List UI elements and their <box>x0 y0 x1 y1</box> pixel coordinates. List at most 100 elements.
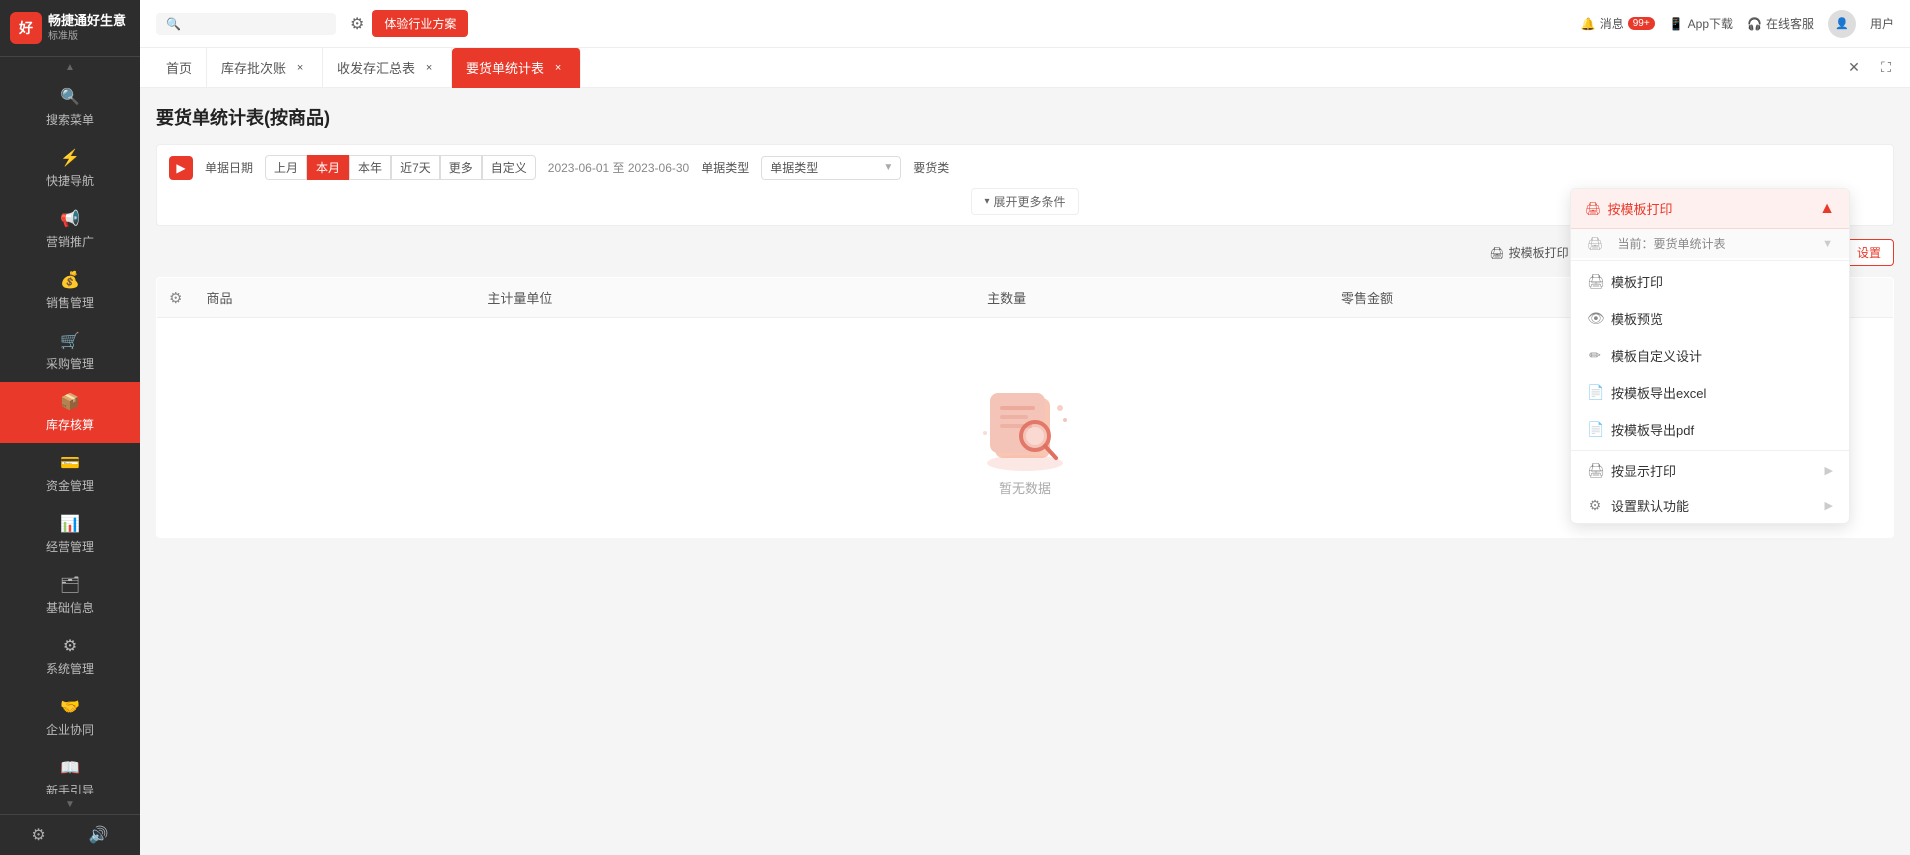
tab-order-stats[interactable]: 要货单统计表 × <box>452 48 581 88</box>
sidebar-settings-icon[interactable]: ⚙ <box>31 825 45 845</box>
template-preview-item[interactable]: 👁 模板预览 <box>1571 300 1849 337</box>
expand-more-btn[interactable]: ▾ 展开更多条件 <box>971 188 1078 215</box>
set-default-label: 设置默认功能 <box>1611 496 1817 515</box>
type-select-wrapper: 单据类型 ▼ <box>761 156 901 180</box>
sidebar-scroll-up[interactable]: ▲ <box>0 57 140 77</box>
sidebar-item-enterprise[interactable]: 🤝 企业协同 <box>0 687 140 748</box>
tab-maximize-button[interactable]: ⛶ <box>1874 56 1898 80</box>
app-download-label: App下载 <box>1688 15 1733 32</box>
app-name: 畅捷通好生意 <box>48 12 126 30</box>
tab-receipt-summary-close[interactable]: × <box>421 60 437 76</box>
sidebar-item-label: 库存核算 <box>46 416 94 433</box>
dropdown-divider-2 <box>1571 450 1849 451</box>
template-custom-icon: ✏ <box>1587 347 1603 364</box>
tab-bar-end: ✕ ⛶ <box>1842 56 1898 80</box>
sidebar-item-basic[interactable]: 🗂 基础信息 <box>0 565 140 626</box>
sidebar-item-sales[interactable]: 💰 销售管理 <box>0 260 140 321</box>
sidebar-item-shortcut[interactable]: ⚡ 快捷导航 <box>0 138 140 199</box>
avatar-icon: 👤 <box>1835 17 1849 30</box>
tab-receipt-summary[interactable]: 收发存汇总表 × <box>323 48 452 88</box>
tab-close-all-button[interactable]: ✕ <box>1842 56 1866 80</box>
main-area: 🔍 ⚙ 体验行业方案 🔔 消息 99+ 📱 App下载 🎧 在线客服 👤 <box>140 0 1910 855</box>
set-default-item[interactable]: ⚙ 设置默认功能 ▶ <box>1571 488 1849 523</box>
notifications-label: 消息 <box>1600 15 1624 32</box>
order-type-label: 要货类 <box>913 159 949 176</box>
user-name[interactable]: 用户 <box>1870 15 1894 32</box>
sidebar-sound-icon[interactable]: 🔊 <box>89 825 109 845</box>
logo-icon: 好 <box>10 12 42 44</box>
date-7days-btn[interactable]: 近7天 <box>391 155 440 180</box>
sidebar-item-system[interactable]: ⚙ 系统管理 <box>0 626 140 687</box>
dropdown-title: 按模板打印 <box>1608 199 1673 218</box>
search-icon: 🔍 <box>60 87 80 107</box>
date-current-month-btn[interactable]: 本月 <box>307 155 349 180</box>
top-bar-right: 🔔 消息 99+ 📱 App下载 🎧 在线客服 👤 用户 <box>1581 10 1894 38</box>
sidebar-item-search[interactable]: 🔍 搜索菜单 <box>0 77 140 138</box>
print-header-icon: 🖨 <box>1585 201 1602 217</box>
tab-order-stats-label: 要货单统计表 <box>466 58 544 77</box>
display-print-label: 按显示打印 <box>1611 461 1817 480</box>
sidebar-item-purchase[interactable]: 🛒 采购管理 <box>0 321 140 382</box>
date-custom-btn[interactable]: 自定义 <box>482 155 536 180</box>
app-logo: 好 畅捷通好生意 标准版 <box>0 0 140 57</box>
settings-icon[interactable]: ⚙ <box>350 14 364 34</box>
template-export-excel-label: 按模板导出excel <box>1611 383 1833 402</box>
mobile-icon: 📱 <box>1669 17 1684 31</box>
settings-button[interactable]: 设置 <box>1844 239 1894 266</box>
chevron-down-icon: ▾ <box>984 196 989 207</box>
tab-bar: 首页 库存批次账 × 收发存汇总表 × 要货单统计表 × ✕ ⛶ <box>140 48 1910 88</box>
tab-order-stats-close[interactable]: × <box>550 60 566 76</box>
template-print-item[interactable]: 🖨 模板打印 <box>1571 263 1849 300</box>
tab-inventory-batch-label: 库存批次账 <box>221 58 286 77</box>
tab-home[interactable]: 首页 <box>152 48 207 88</box>
template-print-dropdown: 🖨 按模板打印 ▲ 🖨 当前：要货单统计表 ▼ 🖨 模板打印 👁 模板预览 <box>1570 188 1850 524</box>
display-print-icon: 🖨 <box>1587 462 1603 479</box>
page-title: 要货单统计表(按商品) <box>156 104 1894 130</box>
type-select[interactable]: 单据类型 <box>761 156 901 180</box>
tab-receipt-summary-label: 收发存汇总表 <box>337 58 415 77</box>
set-default-icon: ⚙ <box>1587 497 1603 514</box>
sidebar-scroll-down[interactable]: ▼ <box>0 794 140 814</box>
date-current-year-btn[interactable]: 本年 <box>349 155 391 180</box>
gear-icon: ⚙ <box>63 636 77 656</box>
industry-solution-button[interactable]: 体验行业方案 <box>372 10 468 37</box>
online-service-item[interactable]: 🎧 在线客服 <box>1747 15 1814 32</box>
sidebar-item-label: 采购管理 <box>46 355 94 372</box>
column-settings-icon[interactable]: ⚙ <box>169 290 182 307</box>
dropdown-header: 🖨 按模板打印 ▲ <box>1571 189 1849 229</box>
search-icon: 🔍 <box>166 17 181 31</box>
display-print-item[interactable]: 🖨 按显示打印 ▶ <box>1571 453 1849 488</box>
tab-inventory-batch[interactable]: 库存批次账 × <box>207 48 323 88</box>
empty-text: 暂无数据 <box>999 478 1051 497</box>
box-icon: 📦 <box>60 392 80 412</box>
filter-expand-icon[interactable]: ▶ <box>169 156 193 180</box>
sidebar-item-label: 销售管理 <box>46 294 94 311</box>
dropdown-close-icon[interactable]: ▲ <box>1819 200 1835 218</box>
template-export-pdf-item[interactable]: 📄 按模板导出pdf <box>1571 411 1849 448</box>
card-icon: 💳 <box>60 453 80 473</box>
date-more-btn[interactable]: 更多 <box>440 155 482 180</box>
template-custom-item[interactable]: ✏ 模板自定义设计 <box>1571 337 1849 374</box>
notifications-item[interactable]: 🔔 消息 99+ <box>1581 15 1655 32</box>
sidebar-item-finance[interactable]: 💳 资金管理 <box>0 443 140 504</box>
top-search-box[interactable]: 🔍 <box>156 13 336 35</box>
sidebar-item-operation[interactable]: 📊 经营管理 <box>0 504 140 565</box>
user-avatar[interactable]: 👤 <box>1828 10 1856 38</box>
table-settings-header: ⚙ <box>157 278 195 318</box>
sidebar-item-marketing[interactable]: 📢 营销推广 <box>0 199 140 260</box>
excel-icon: 📄 <box>1587 384 1603 401</box>
app-download-item[interactable]: 📱 App下载 <box>1669 15 1733 32</box>
sidebar-item-inventory[interactable]: 📦 库存核算 <box>0 382 140 443</box>
template-preview-label: 模板预览 <box>1611 309 1833 328</box>
cart-icon: 🛒 <box>60 331 80 351</box>
current-template-text: 当前：要货单统计表 <box>1618 235 1726 252</box>
date-prev-month-btn[interactable]: 上月 <box>265 155 307 180</box>
sidebar-item-guide[interactable]: 📖 新手引导 <box>0 748 140 794</box>
headset-icon: 🎧 <box>1747 17 1762 31</box>
notifications-badge: 99+ <box>1628 17 1655 30</box>
sidebar-item-label: 企业协同 <box>46 721 94 738</box>
sidebar-item-label: 资金管理 <box>46 477 94 494</box>
template-export-excel-item[interactable]: 📄 按模板导出excel <box>1571 374 1849 411</box>
lightning-icon: ⚡ <box>60 148 80 168</box>
tab-inventory-batch-close[interactable]: × <box>292 60 308 76</box>
